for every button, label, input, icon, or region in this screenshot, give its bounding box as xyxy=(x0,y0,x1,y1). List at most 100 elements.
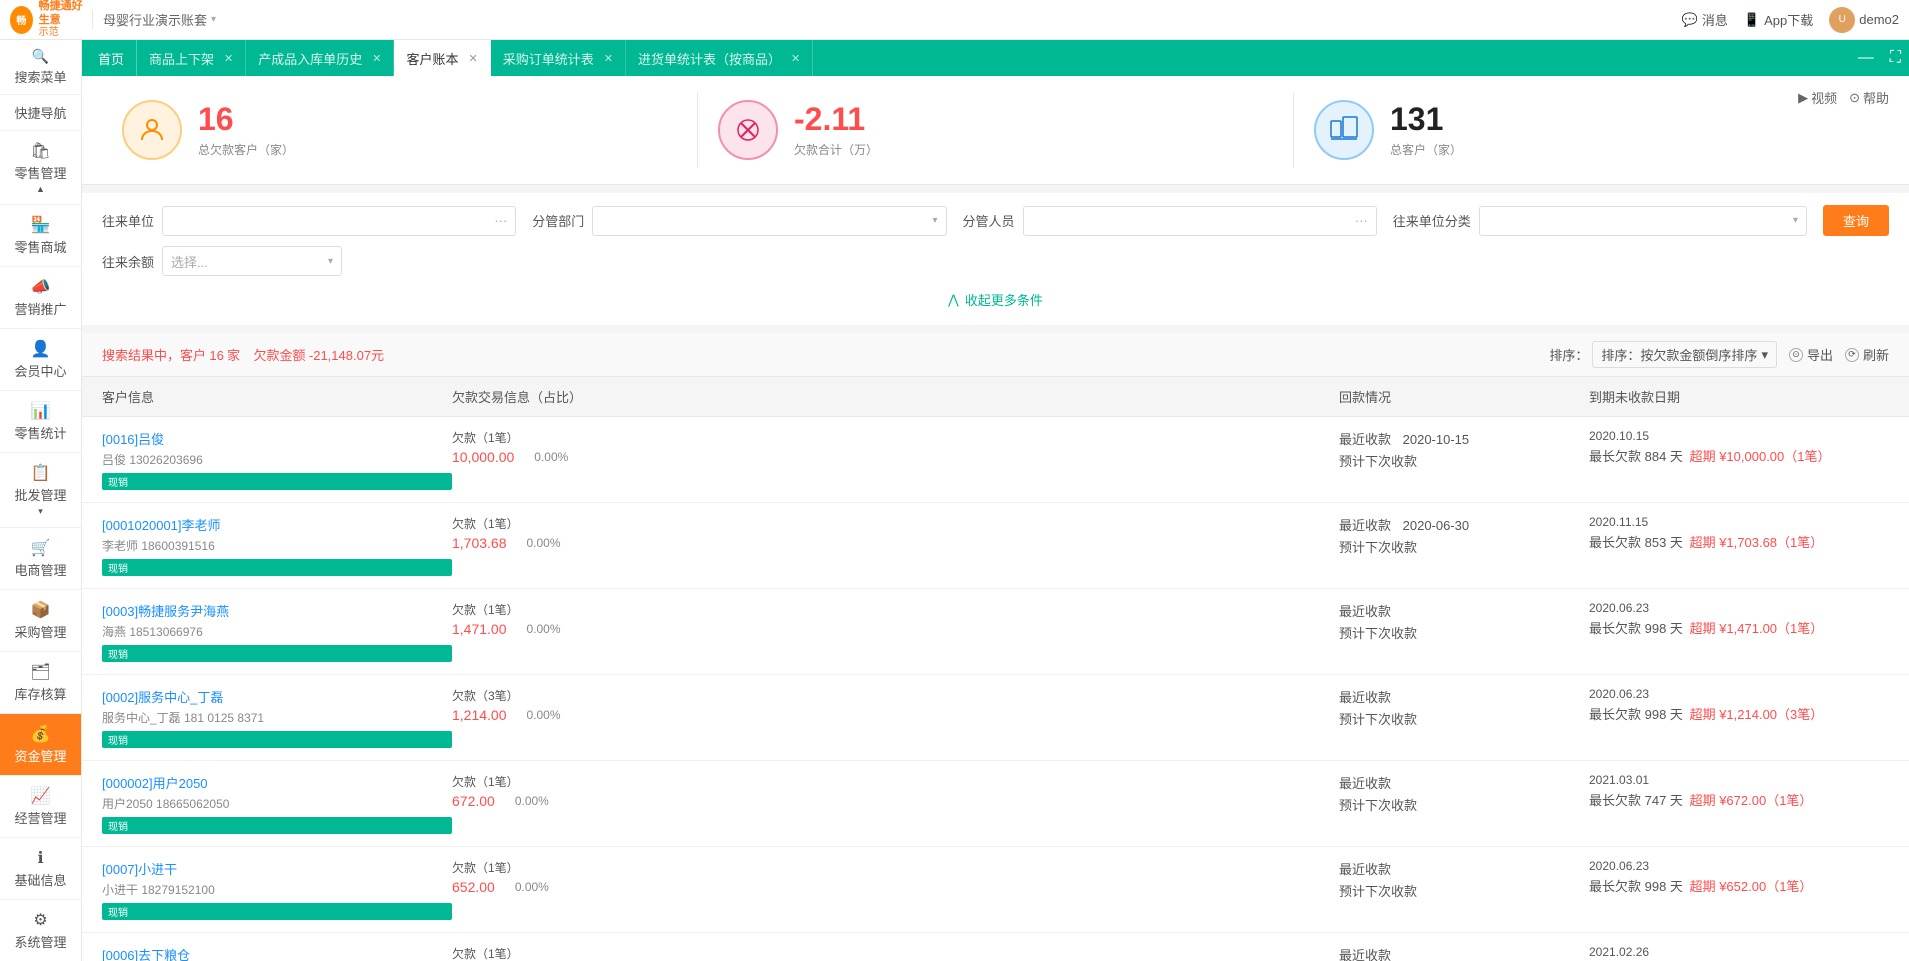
sidebar-item-basic-info[interactable]: ℹ 基础信息 xyxy=(0,838,81,900)
debt-amount-4: 672.00 xyxy=(452,793,495,809)
debt-count-3: 欠款（3笔） xyxy=(452,687,519,704)
search-menu-label: 搜索菜单 xyxy=(14,70,66,85)
sidebar-item-marketing[interactable]: 📣 营销推广 xyxy=(0,267,81,329)
collapse-row[interactable]: ⋀ 收起更多条件 xyxy=(102,286,1889,313)
export-btn[interactable]: ⊙ 导出 xyxy=(1789,345,1833,364)
export-icon: ⊙ xyxy=(1789,348,1803,362)
debt-row-1: 欠款（1笔） xyxy=(452,515,1339,532)
customer-name-6[interactable]: [0006]去下粮仓 xyxy=(102,945,452,961)
customer-name-1[interactable]: [0001020001]李老师 xyxy=(102,515,452,534)
overdue-link-2[interactable]: 超期 ¥1,471.00（1笔） xyxy=(1690,621,1824,636)
app-subtitle: 示范 xyxy=(39,27,92,39)
sidebar-item-retail-stats[interactable]: 📊 零售统计 xyxy=(0,391,81,453)
customer-name-3[interactable]: [0002]服务中心_丁磊 xyxy=(102,687,452,706)
tab-customer-account[interactable]: 客户账本 ✕ xyxy=(394,40,490,76)
dropdown-arrow-icon: ▾ xyxy=(211,14,216,25)
basic-info-icon: ℹ xyxy=(37,848,43,868)
tab-maximize-btn[interactable]: ⛶ xyxy=(1886,45,1905,71)
due-info-6: 2021.02.26 最长欠款 750 天 超期 ¥455.90（1笔） xyxy=(1589,945,1889,961)
customer-tag-2: 现销 xyxy=(102,645,452,662)
debt-info-6: 欠款（1笔） 455.90 0.00% xyxy=(452,945,1339,961)
customer-name-5[interactable]: [0007]小进干 xyxy=(102,859,452,878)
manager-input[interactable]: ··· xyxy=(1023,206,1377,236)
tab-purchase-summary[interactable]: 进货单统计表（按商品） ✕ xyxy=(626,40,813,76)
last-payment-label-2: 最近收款 xyxy=(1339,604,1391,619)
debt-amount-row-1: 1,703.68 0.00% xyxy=(452,535,1339,551)
sidebar-item-purchase[interactable]: 📦 采购管理 xyxy=(0,590,81,652)
debt-info-2: 欠款（1笔） 1,471.00 0.00% xyxy=(452,601,1339,662)
debt-row-2: 欠款（1笔） xyxy=(452,601,1339,618)
sidebar-item-inventory[interactable]: 🗂 库存核算 xyxy=(0,652,81,714)
customer-name-4[interactable]: [000002]用户2050 xyxy=(102,773,452,792)
main-layout: 🔍 搜索菜单 快捷导航 🛍 零售管理 ▲ 🏪 零售商城 📣 营销推广 👤 xyxy=(0,40,1909,961)
unit-class-select[interactable]: ▾ xyxy=(1479,206,1807,236)
last-payment-3: 最近收款 xyxy=(1339,687,1589,706)
refresh-btn[interactable]: ⟳ 刷新 xyxy=(1845,345,1889,364)
due-date-5: 2020.06.23 xyxy=(1589,859,1889,873)
sort-dropdown[interactable]: 排序：按欠款金额倒序排序 ▾ xyxy=(1592,341,1777,368)
collapse-icon: ⋀ xyxy=(948,292,959,308)
tab-purchase-stats[interactable]: 采购订单统计表 ✕ xyxy=(491,40,626,76)
overdue-link-3[interactable]: 超期 ¥1,214.00（3笔） xyxy=(1690,707,1824,722)
user-menu[interactable]: U demo2 xyxy=(1829,7,1899,33)
sidebar-item-finance-label: 资金管理 xyxy=(14,746,66,765)
filter-manager: 分管人员 ··· xyxy=(963,206,1377,236)
tab-purchase-stats-close[interactable]: ✕ xyxy=(604,52,613,65)
debt-count-0: 欠款（1笔） xyxy=(452,429,519,446)
sidebar-item-batch-mgmt[interactable]: 📋 批发管理 ▾ xyxy=(0,453,81,528)
next-payment-label-5: 预计下次收款 xyxy=(1339,884,1417,899)
last-payment-label-0: 最近收款 xyxy=(1339,432,1391,447)
overdue-link-5[interactable]: 超期 ¥652.00（1笔） xyxy=(1690,879,1813,894)
content-area: 首页 商品上下架 ✕ 产成品入库单历史 ✕ 客户账本 ✕ 采购订单统计表 ✕ xyxy=(82,40,1909,961)
customer-info-2: [0003]畅捷服务尹海燕 海燕 18513066976 现销 xyxy=(102,601,452,662)
result-customer-unit: 家 xyxy=(227,348,240,363)
overdue-link-4[interactable]: 超期 ¥672.00（1笔） xyxy=(1690,793,1813,808)
sidebar-item-system[interactable]: ⚙ 系统管理 xyxy=(0,900,81,961)
tab-bar: 首页 商品上下架 ✕ 产成品入库单历史 ✕ 客户账本 ✕ 采购订单统计表 ✕ xyxy=(82,40,1909,76)
sidebar-item-ecommerce-label: 电商管理 xyxy=(14,560,66,579)
customer-name-0[interactable]: [0016]吕俊 xyxy=(102,429,452,448)
source-unit-label: 往来单位 xyxy=(102,211,154,230)
ecommerce-icon: 🛒 xyxy=(31,538,51,558)
tab-product-off-close[interactable]: ✕ xyxy=(224,52,233,65)
sidebar-item-retail-mgmt[interactable]: 🛍 零售管理 ▲ xyxy=(0,131,81,205)
debt-amount-row-2: 1,471.00 0.00% xyxy=(452,621,1339,637)
debt-amount-0: 10,000.00 xyxy=(452,449,514,465)
debt-customers-label: 总欠款客户（家） xyxy=(198,141,294,158)
customer-phone-3: 服务中心_丁磊 181 0125 8371 xyxy=(102,709,452,726)
tab-minimize-btn[interactable]: — xyxy=(1854,45,1878,71)
due-info-5: 2020.06.23 最长欠款 998 天 超期 ¥652.00（1笔） xyxy=(1589,859,1889,920)
overdue-link-0[interactable]: 超期 ¥10,000.00（1笔） xyxy=(1690,449,1831,464)
last-payment-label-4: 最近收款 xyxy=(1339,776,1391,791)
overdue-link-1[interactable]: 超期 ¥1,703.68（1笔） xyxy=(1690,535,1824,550)
tab-product-history[interactable]: 产成品入库单历史 ✕ xyxy=(246,40,394,76)
sidebar-item-operations[interactable]: 📈 经营管理 xyxy=(0,776,81,838)
sidebar-item-retail-mall[interactable]: 🏪 零售商城 xyxy=(0,205,81,267)
stat-info-total-customers: 131 总客户（家） xyxy=(1390,102,1462,158)
debt-row-3: 欠款（3笔） xyxy=(452,687,1339,704)
filter-row-1: 往来单位 ··· 分管部门 ▾ xyxy=(102,205,1889,236)
tab-product-off-label: 商品上下架 xyxy=(149,49,214,68)
sidebar-item-finance[interactable]: 💰 资金管理 xyxy=(0,714,81,776)
balance-select[interactable]: 选择... ▾ xyxy=(162,246,342,276)
tab-customer-account-close[interactable]: ✕ xyxy=(469,52,478,65)
quick-nav[interactable]: 快捷导航 xyxy=(0,95,81,131)
tab-purchase-summary-close[interactable]: ✕ xyxy=(791,52,800,65)
recovery-info-6: 最近收款 预计下次收款 xyxy=(1339,945,1589,961)
message-btn[interactable]: 💬 消息 xyxy=(1682,10,1728,29)
next-payment-0: 预计下次收款 xyxy=(1339,451,1589,470)
tab-home[interactable]: 首页 xyxy=(86,40,137,76)
dept-select[interactable]: ▾ xyxy=(592,206,946,236)
source-unit-input[interactable]: ··· xyxy=(162,206,516,236)
customer-name-2[interactable]: [0003]畅捷服务尹海燕 xyxy=(102,601,452,620)
sidebar-search[interactable]: 🔍 搜索菜单 xyxy=(0,40,81,95)
sidebar-item-member[interactable]: 👤 会员中心 xyxy=(0,329,81,391)
sidebar-item-ecommerce[interactable]: 🛒 电商管理 xyxy=(0,528,81,590)
tab-product-off[interactable]: 商品上下架 ✕ xyxy=(137,40,246,76)
header-due-date: 到期未收款日期 xyxy=(1589,387,1889,406)
due-date-6: 2021.02.26 xyxy=(1589,945,1889,959)
tab-product-history-close[interactable]: ✕ xyxy=(372,52,381,65)
due-overdue-2: 最长欠款 998 天 超期 ¥1,471.00（1笔） xyxy=(1589,618,1889,637)
app-download-btn[interactable]: 📱 App下载 xyxy=(1744,10,1813,29)
search-button[interactable]: 查询 xyxy=(1823,205,1889,236)
